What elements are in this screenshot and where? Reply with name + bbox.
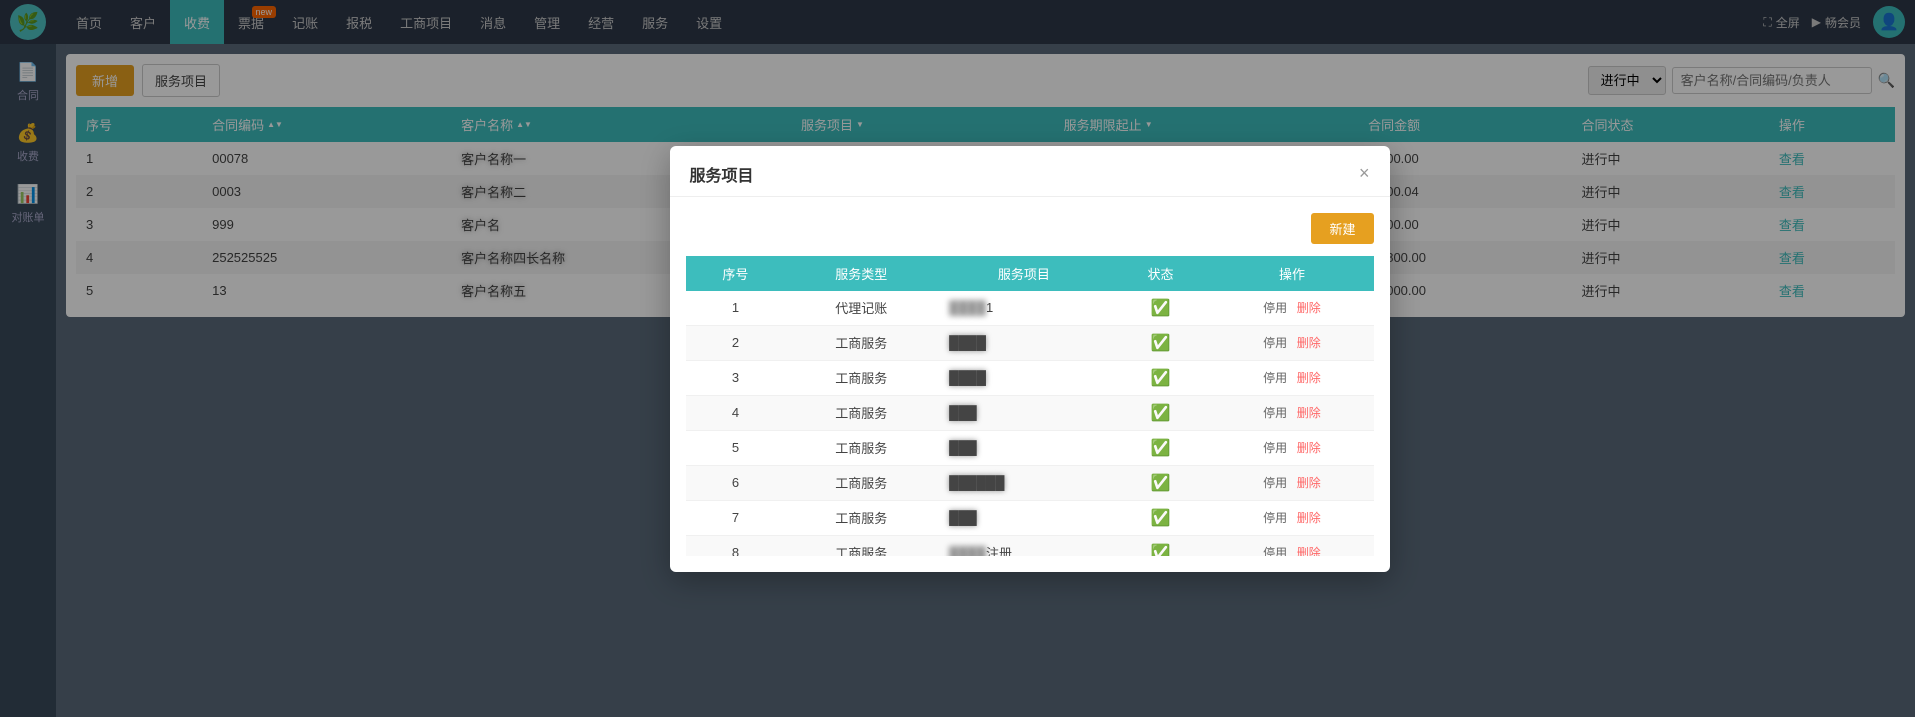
modal-table-row: 2 工商服务 ████ ✅ 停用 删除 [686, 325, 1374, 360]
modal-table-row: 4 工商服务 ███ ✅ 停用 删除 [686, 395, 1374, 430]
delete-button[interactable]: 删除 [1297, 404, 1321, 421]
modal-toolbar: 新建 [686, 213, 1374, 244]
status-check-icon: ✅ [1151, 475, 1171, 492]
delete-button[interactable]: 删除 [1297, 509, 1321, 526]
disable-button[interactable]: 停用 [1263, 509, 1287, 526]
modal-col-status: 状态 [1111, 256, 1211, 291]
disable-button[interactable]: 停用 [1263, 299, 1287, 316]
disable-button[interactable]: 停用 [1263, 544, 1287, 556]
disable-button[interactable]: 停用 [1263, 474, 1287, 491]
modal-table-row: 5 工商服务 ███ ✅ 停用 删除 [686, 430, 1374, 465]
service-items-modal: 服务项目 × 新建 序号 服务类型 服务项目 状态 操作 1 [670, 146, 1390, 572]
modal-table-row: 8 工商服务 ████注册 ✅ 停用 删除 [686, 535, 1374, 556]
new-service-button[interactable]: 新建 [1311, 213, 1373, 244]
modal-table-row: 3 工商服务 ████ ✅ 停用 删除 [686, 360, 1374, 395]
status-check-icon: ✅ [1151, 300, 1171, 317]
modal-col-type: 服务类型 [785, 256, 937, 291]
delete-button[interactable]: 删除 [1297, 439, 1321, 456]
delete-button[interactable]: 删除 [1297, 544, 1321, 556]
modal-table-row: 6 工商服务 ██████ ✅ 停用 删除 [686, 465, 1374, 500]
status-check-icon: ✅ [1151, 405, 1171, 422]
modal-title: 服务项目 [690, 162, 754, 186]
service-table: 序号 服务类型 服务项目 状态 操作 1 代理记账 ████1 ✅ 停用 [686, 256, 1374, 556]
status-check-icon: ✅ [1151, 510, 1171, 527]
modal-table-row: 1 代理记账 ████1 ✅ 停用 删除 [686, 291, 1374, 326]
disable-button[interactable]: 停用 [1263, 439, 1287, 456]
modal-table-header: 序号 服务类型 服务项目 状态 操作 [686, 256, 1374, 291]
modal-col-action: 操作 [1210, 256, 1373, 291]
disable-button[interactable]: 停用 [1263, 404, 1287, 421]
status-check-icon: ✅ [1151, 335, 1171, 352]
modal-header: 服务项目 × [670, 146, 1390, 197]
modal-col-item: 服务项目 [937, 256, 1110, 291]
modal-body: 新建 序号 服务类型 服务项目 状态 操作 1 代理记账 [670, 197, 1390, 572]
delete-button[interactable]: 删除 [1297, 474, 1321, 491]
delete-button[interactable]: 删除 [1297, 299, 1321, 316]
modal-col-seq: 序号 [686, 256, 786, 291]
modal-table-body: 1 代理记账 ████1 ✅ 停用 删除 2 工商服务 ████ ✅ [686, 291, 1374, 556]
disable-button[interactable]: 停用 [1263, 334, 1287, 351]
status-check-icon: ✅ [1151, 440, 1171, 457]
modal-close-button[interactable]: × [1359, 163, 1370, 184]
delete-button[interactable]: 删除 [1297, 334, 1321, 351]
status-check-icon: ✅ [1151, 545, 1171, 556]
disable-button[interactable]: 停用 [1263, 369, 1287, 386]
status-check-icon: ✅ [1151, 370, 1171, 387]
modal-scroll-area[interactable]: 序号 服务类型 服务项目 状态 操作 1 代理记账 ████1 ✅ 停用 [686, 256, 1374, 556]
modal-table-row: 7 工商服务 ███ ✅ 停用 删除 [686, 500, 1374, 535]
delete-button[interactable]: 删除 [1297, 369, 1321, 386]
